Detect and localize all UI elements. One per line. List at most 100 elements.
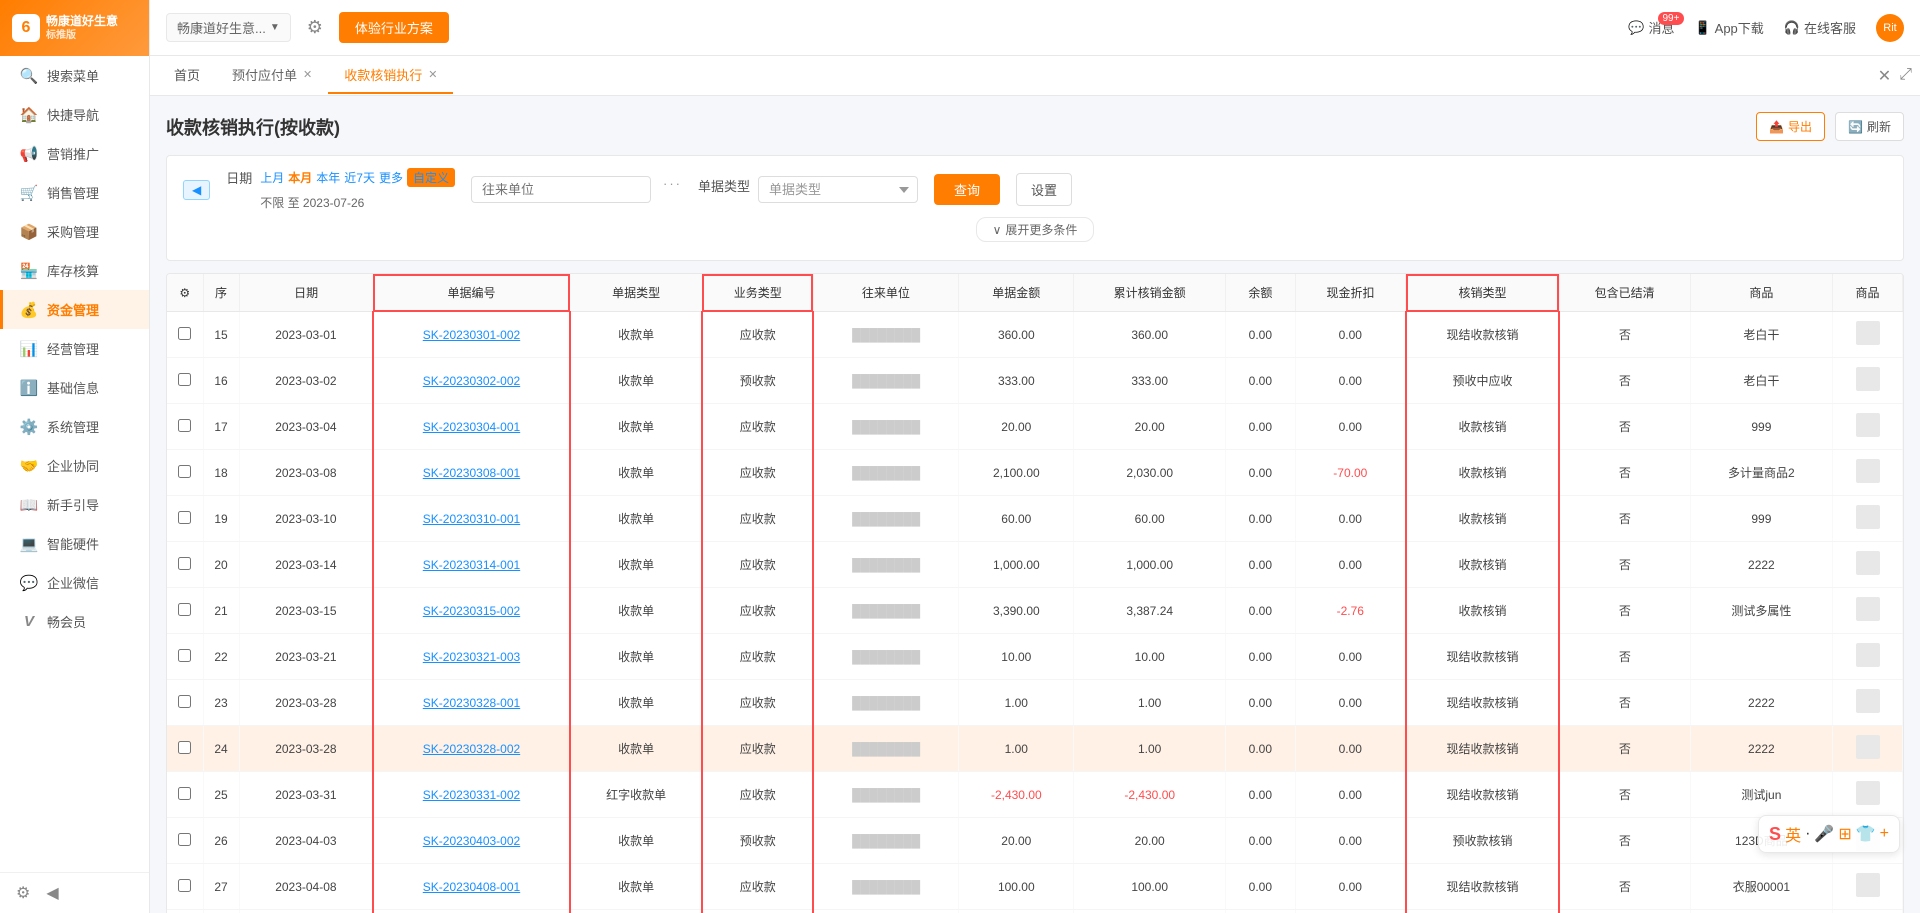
tab-prepay[interactable]: 预付应付单 ✕ (216, 57, 328, 94)
row-checkbox[interactable] (178, 511, 191, 524)
sidebar-item-collab[interactable]: 🤝 企业协同 (0, 446, 149, 485)
row-checkbox[interactable] (178, 879, 191, 892)
sidebar-item-sales[interactable]: 🛒 销售管理 (0, 173, 149, 212)
cell-bill-no[interactable]: SK-20230328-001 (373, 680, 569, 726)
app-download-button[interactable]: 📱 App下载 (1694, 18, 1763, 37)
cell-bill-no[interactable]: SK-20230403-002 (373, 818, 569, 864)
sidebar-item-basic[interactable]: ℹ️ 基础信息 (0, 368, 149, 407)
online-service-button[interactable]: 🎧 在线客服 (1784, 18, 1856, 37)
expand-window-icon[interactable]: ⤢ (1899, 66, 1912, 86)
sidebar-item-search[interactable]: 🔍 搜索菜单 (0, 56, 149, 95)
date-this-month[interactable]: 本月 (288, 169, 312, 186)
row-checkbox[interactable] (178, 741, 191, 754)
row-checkbox[interactable] (178, 557, 191, 570)
sidebar-item-label: 新手引导 (47, 495, 99, 514)
solution-button[interactable]: 体验行业方案 (339, 12, 449, 43)
message-button[interactable]: 💬 消息 99+ (1628, 18, 1674, 37)
bill-no-link[interactable]: SK-20230308-001 (423, 466, 520, 480)
export-button[interactable]: 📤 导出 (1756, 112, 1825, 141)
bill-no-link[interactable]: SK-20230304-001 (423, 420, 520, 434)
cell-bill-no[interactable]: SK-20230408-001 (373, 864, 569, 910)
sidebar-item-hardware[interactable]: 💻 智能硬件 (0, 524, 149, 563)
bill-no-link[interactable]: SK-20230315-002 (423, 604, 520, 618)
filter-collapse-button[interactable]: ◀ (183, 180, 210, 200)
sidebar-item-system[interactable]: ⚙️ 系统管理 (0, 407, 149, 446)
row-checkbox[interactable] (178, 787, 191, 800)
bill-no-link[interactable]: SK-20230321-003 (423, 650, 520, 664)
cell-bill-no[interactable]: SK-20230315-002 (373, 588, 569, 634)
close-all-tabs-icon[interactable]: ✕ (1878, 66, 1891, 86)
sidebar-item-operation[interactable]: 📊 经营管理 (0, 329, 149, 368)
row-checkbox[interactable] (178, 465, 191, 478)
bill-no-link[interactable]: SK-20230408-001 (423, 880, 520, 894)
cell-bill-no[interactable]: SK-20230331-002 (373, 772, 569, 818)
cell-bill-no[interactable]: SK-20230308-001 (373, 450, 569, 496)
cell-bill-type: 收款单 (570, 680, 703, 726)
sidebar-item-purchase[interactable]: 📦 采购管理 (0, 212, 149, 251)
cell-include-settled: 否 (1559, 680, 1690, 726)
tab-home[interactable]: 首页 (158, 57, 216, 94)
expand-conditions-button[interactable]: ∨ 展开更多条件 (976, 217, 1095, 242)
tab-verify-close-icon[interactable]: ✕ (428, 68, 437, 81)
row-checkbox[interactable] (178, 327, 191, 340)
cell-include-settled: 否 (1559, 588, 1690, 634)
cell-bill-no[interactable]: SK-20230314-001 (373, 542, 569, 588)
query-button[interactable]: 查询 (934, 174, 1000, 205)
row-checkbox[interactable] (178, 833, 191, 846)
date-last-month[interactable]: 上月 (260, 169, 284, 186)
sidebar-item-label: 采购管理 (47, 222, 99, 241)
date-more[interactable]: 更多 (379, 169, 403, 186)
table-body: 152023-03-01SK-20230301-002收款单应收款███████… (167, 312, 1903, 913)
row-checkbox[interactable] (178, 419, 191, 432)
cell-bill-no[interactable]: SK-20230310-001 (373, 496, 569, 542)
row-checkbox[interactable] (178, 603, 191, 616)
cell-bill-no[interactable]: SK-20230304-001 (373, 404, 569, 450)
tab-verify[interactable]: 收款核销执行 ✕ (328, 57, 453, 94)
cell-seq: 22 (203, 634, 239, 680)
sidebar-item-guide[interactable]: 📖 新手引导 (0, 485, 149, 524)
cell-checkbox (167, 496, 203, 542)
cell-product (1690, 634, 1832, 680)
bill-no-link[interactable]: SK-20230314-001 (423, 558, 520, 572)
cell-bill-no[interactable]: SK-20230328-002 (373, 726, 569, 772)
bill-no-link[interactable]: SK-20230328-001 (423, 696, 520, 710)
tab-prepay-close-icon[interactable]: ✕ (303, 68, 312, 81)
th-settings[interactable]: ⚙ (167, 274, 203, 312)
row-checkbox[interactable] (178, 695, 191, 708)
date-7days[interactable]: 近7天 (344, 169, 375, 186)
sidebar-item-wechat[interactable]: 💬 企业微信 (0, 563, 149, 602)
user-avatar[interactable]: Rit (1876, 14, 1904, 42)
cell-bill-no[interactable]: SK-20230321-003 (373, 634, 569, 680)
column-settings-icon[interactable]: ⚙ (179, 286, 190, 300)
cell-bill-no[interactable]: SK-20230418-001 (373, 910, 569, 913)
cell-date: 2023-03-28 (239, 680, 373, 726)
cell-bill-no[interactable]: SK-20230301-002 (373, 312, 569, 358)
bill-no-link[interactable]: SK-20230328-002 (423, 742, 520, 756)
setting-button[interactable]: 设置 (1016, 173, 1072, 206)
date-custom-button[interactable]: 自定义 (407, 168, 455, 187)
cell-product-img (1833, 726, 1903, 772)
collapse-sidebar-icon[interactable]: ◀ (46, 883, 58, 903)
row-checkbox[interactable] (178, 373, 191, 386)
row-checkbox[interactable] (178, 649, 191, 662)
date-this-year[interactable]: 本年 (316, 169, 340, 186)
bill-no-link[interactable]: SK-20230302-002 (423, 374, 520, 388)
sidebar-item-finance[interactable]: 💰 资金管理 (0, 290, 149, 329)
refresh-button[interactable]: 🔄 刷新 (1835, 112, 1904, 141)
cell-bill-type: 收款单 (570, 542, 703, 588)
cell-partner: ████████ (813, 634, 959, 680)
sidebar-item-member[interactable]: V 畅会员 (0, 602, 149, 641)
bill-no-link[interactable]: SK-20230331-002 (423, 788, 520, 802)
bill-type-select[interactable]: 单据类型 (758, 176, 918, 203)
partner-input[interactable] (471, 176, 651, 203)
workspace-dropdown[interactable]: 畅康道好生意... ▼ (166, 13, 291, 42)
sidebar-item-inventory[interactable]: 🏪 库存核算 (0, 251, 149, 290)
settings-gear-icon[interactable]: ⚙ (307, 17, 323, 38)
settings-icon[interactable]: ⚙ (16, 883, 30, 903)
bill-no-link[interactable]: SK-20230310-001 (423, 512, 520, 526)
sidebar-item-shortcut[interactable]: 🏠 快捷导航 (0, 95, 149, 134)
bill-no-link[interactable]: SK-20230403-002 (423, 834, 520, 848)
cell-bill-no[interactable]: SK-20230302-002 (373, 358, 569, 404)
sidebar-item-marketing[interactable]: 📢 营销推广 (0, 134, 149, 173)
bill-no-link[interactable]: SK-20230301-002 (423, 328, 520, 342)
